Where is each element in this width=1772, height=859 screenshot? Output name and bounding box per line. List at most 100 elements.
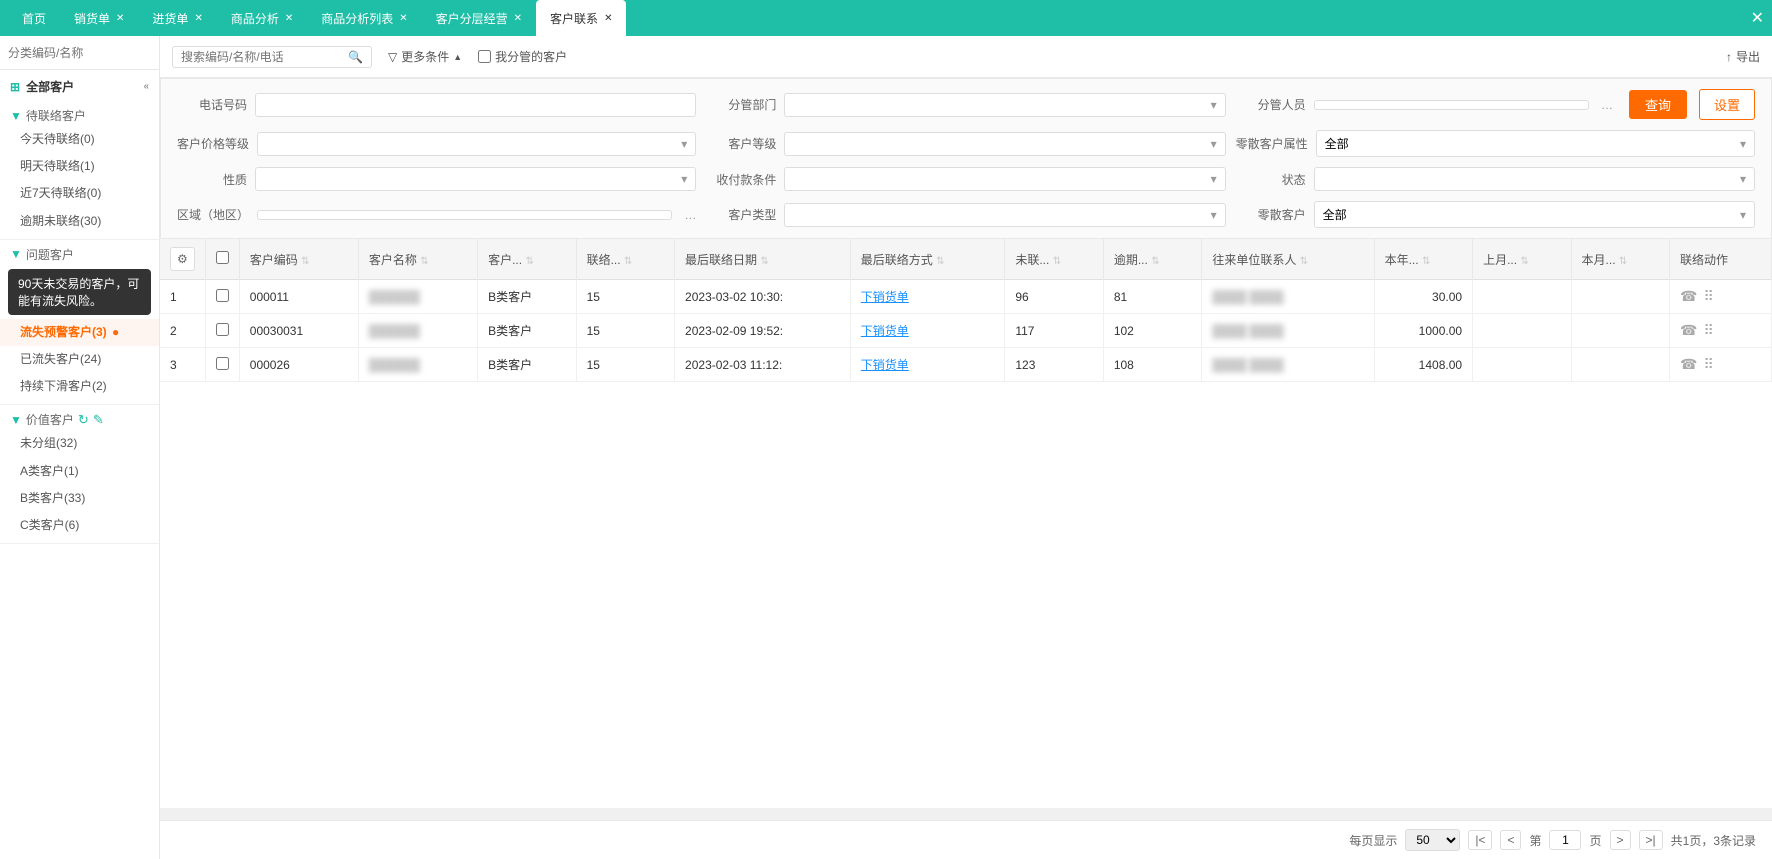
select-retail-customer[interactable]: 全部 ▾ (1314, 201, 1755, 228)
close-window-btn[interactable]: ✕ (1751, 8, 1764, 28)
select-retail-attr[interactable]: 全部 ▾ (1316, 130, 1755, 157)
sidebar-item-churn-warning[interactable]: 流失预警客户(3) ● (0, 319, 159, 346)
chevron-left-icon[interactable]: « (143, 81, 149, 92)
select-customer-level[interactable]: ▾ (784, 132, 1225, 156)
sidebar-item-class-c[interactable]: C类客户(6) (0, 512, 159, 539)
search-submit-icon[interactable]: 🔍 (348, 50, 363, 64)
row-contact-person: ████ ████ (1202, 314, 1374, 348)
col-contact-person[interactable]: 往来单位联系人 ⇅ (1202, 239, 1374, 280)
edit-icon[interactable]: ✎ (93, 412, 104, 428)
sidebar-item-churned[interactable]: 已流失客户(24) (0, 346, 159, 373)
filter-row-status: 状态 ▾ (1236, 167, 1755, 191)
my-customers-check[interactable] (478, 50, 491, 63)
settings-btn[interactable]: 设置 (1699, 89, 1755, 120)
close-icon[interactable]: ✕ (116, 13, 124, 24)
dots-icon[interactable]: … (684, 208, 696, 222)
filter-row-payment: 收付款条件 ▾ (706, 167, 1225, 191)
export-btn[interactable]: ↑ 导出 (1726, 48, 1760, 65)
select-region[interactable] (257, 210, 672, 220)
input-phone[interactable] (255, 93, 696, 117)
row-last-month (1473, 280, 1571, 314)
first-page-btn[interactable]: |< (1468, 830, 1492, 850)
tab-customer-layer[interactable]: 客户分层经营 ✕ (422, 0, 536, 36)
chevron-down-icon: ▾ (1211, 98, 1217, 112)
row-last-method[interactable]: 下销货单 (850, 280, 1005, 314)
close-icon[interactable]: ✕ (285, 13, 293, 24)
col-contact[interactable]: 联络... ⇅ (576, 239, 674, 280)
grid-icon: ⊞ (10, 80, 20, 94)
sidebar-item-overdue-contact[interactable]: 逾期未联络(30) (0, 208, 159, 235)
select-all-checkbox[interactable] (216, 251, 229, 264)
query-btn[interactable]: 查询 (1629, 90, 1687, 119)
col-unlisted[interactable]: 未联... ⇅ (1005, 239, 1103, 280)
refresh-icon[interactable]: ↻ (78, 412, 89, 428)
col-code[interactable]: 客户编码 ⇅ (239, 239, 358, 280)
next-page-btn[interactable]: > (1610, 830, 1631, 850)
row-last-method[interactable]: 下销货单 (850, 348, 1005, 382)
group-label-problem[interactable]: ▼ 问题客户 (0, 242, 159, 265)
prev-page-btn[interactable]: < (1500, 830, 1521, 850)
contact-action-icon[interactable]: ☎ (1680, 288, 1697, 305)
tab-sales-order[interactable]: 销货单 ✕ (60, 0, 138, 36)
close-icon[interactable]: ✕ (194, 13, 202, 24)
select-dept[interactable]: ▾ (784, 93, 1225, 117)
filter-row-customer-type: 客户类型 ▾ (706, 201, 1225, 228)
col-last-date[interactable]: 最后联络日期 ⇅ (675, 239, 851, 280)
close-icon[interactable]: ✕ (399, 13, 407, 24)
horizontal-scrollbar[interactable] (160, 808, 1772, 820)
sidebar-search-input[interactable] (8, 46, 160, 60)
more-action-icon[interactable]: ⠿ (1703, 356, 1713, 373)
select-status[interactable]: ▾ (1314, 167, 1755, 191)
select-nature[interactable]: ▾ (255, 167, 696, 191)
last-page-btn[interactable]: >| (1639, 830, 1663, 850)
sidebar-item-tomorrow[interactable]: 明天待联络(1) (0, 153, 159, 180)
more-action-icon[interactable]: ⠿ (1703, 322, 1713, 339)
search-input[interactable] (181, 50, 344, 64)
contact-action-icon[interactable]: ☎ (1680, 322, 1697, 339)
more-conditions-btn[interactable]: ▽ 更多条件 ▲ (380, 44, 470, 69)
row-last-method[interactable]: 下销货单 (850, 314, 1005, 348)
per-page-select[interactable]: 50 100 (1405, 829, 1460, 851)
group-label-pending[interactable]: ▼ 待联络客户 (0, 103, 159, 126)
tab-product-analysis-list[interactable]: 商品分析列表 ✕ (307, 0, 421, 36)
column-settings-btn[interactable]: ⚙ (170, 247, 195, 271)
col-this-year[interactable]: 本年... ⇅ (1374, 239, 1472, 280)
close-icon[interactable]: ✕ (514, 13, 522, 24)
my-customers-checkbox[interactable]: 我分管的客户 (478, 48, 567, 65)
select-manager[interactable] (1314, 100, 1589, 110)
sidebar-item-class-a[interactable]: A类客户(1) (0, 458, 159, 485)
row-contact: 15 (576, 280, 674, 314)
sidebar-item-ungrouped[interactable]: 未分组(32) (0, 430, 159, 457)
arrow-icon: ▼ (10, 109, 22, 123)
contact-action-icon[interactable]: ☎ (1680, 356, 1697, 373)
main-layout: 🔍 ⊞ 全部客户 « ▼ 待联络客户 今天待联络(0) 明天待联络(1) 近7天… (0, 36, 1772, 859)
dots-icon[interactable]: … (1601, 98, 1613, 112)
filter-row-phone: 电话号码 (177, 89, 696, 120)
sidebar-item-7days[interactable]: 近7天待联络(0) (0, 180, 159, 207)
col-checkbox (205, 239, 239, 280)
tab-home[interactable]: 首页 (8, 0, 60, 36)
sort-icon: ⇅ (760, 256, 768, 267)
col-type[interactable]: 客户... ⇅ (478, 239, 576, 280)
close-icon[interactable]: ✕ (604, 13, 612, 24)
col-overdue[interactable]: 逾期... ⇅ (1103, 239, 1201, 280)
tab-product-analysis[interactable]: 商品分析 ✕ (217, 0, 307, 36)
select-price-level[interactable]: ▾ (257, 132, 696, 156)
all-customers-title[interactable]: ⊞ 全部客户 « (0, 70, 159, 103)
sidebar-item-class-b[interactable]: B类客户(33) (0, 485, 159, 512)
col-last-month[interactable]: 上月... ⇅ (1473, 239, 1571, 280)
select-payment[interactable]: ▾ (784, 167, 1225, 191)
group-label-value[interactable]: ▼ 价值客户 ↻ ✎ (0, 407, 159, 430)
tab-customer-contact[interactable]: 客户联系 ✕ (536, 0, 626, 36)
sidebar-item-declining[interactable]: 持续下滑客户(2) (0, 373, 159, 400)
per-page-label: 每页显示 (1349, 832, 1397, 849)
col-name[interactable]: 客户名称 ⇅ (358, 239, 477, 280)
col-last-method[interactable]: 最后联络方式 ⇅ (850, 239, 1005, 280)
tab-purchase-order[interactable]: 进货单 ✕ (138, 0, 216, 36)
col-this-month[interactable]: 本月... ⇅ (1571, 239, 1669, 280)
page-input[interactable] (1549, 830, 1581, 850)
select-customer-type[interactable]: ▾ (784, 203, 1225, 227)
more-action-icon[interactable]: ⠿ (1703, 288, 1713, 305)
sidebar-item-today[interactable]: 今天待联络(0) (0, 126, 159, 153)
label-phone: 电话号码 (177, 96, 247, 113)
